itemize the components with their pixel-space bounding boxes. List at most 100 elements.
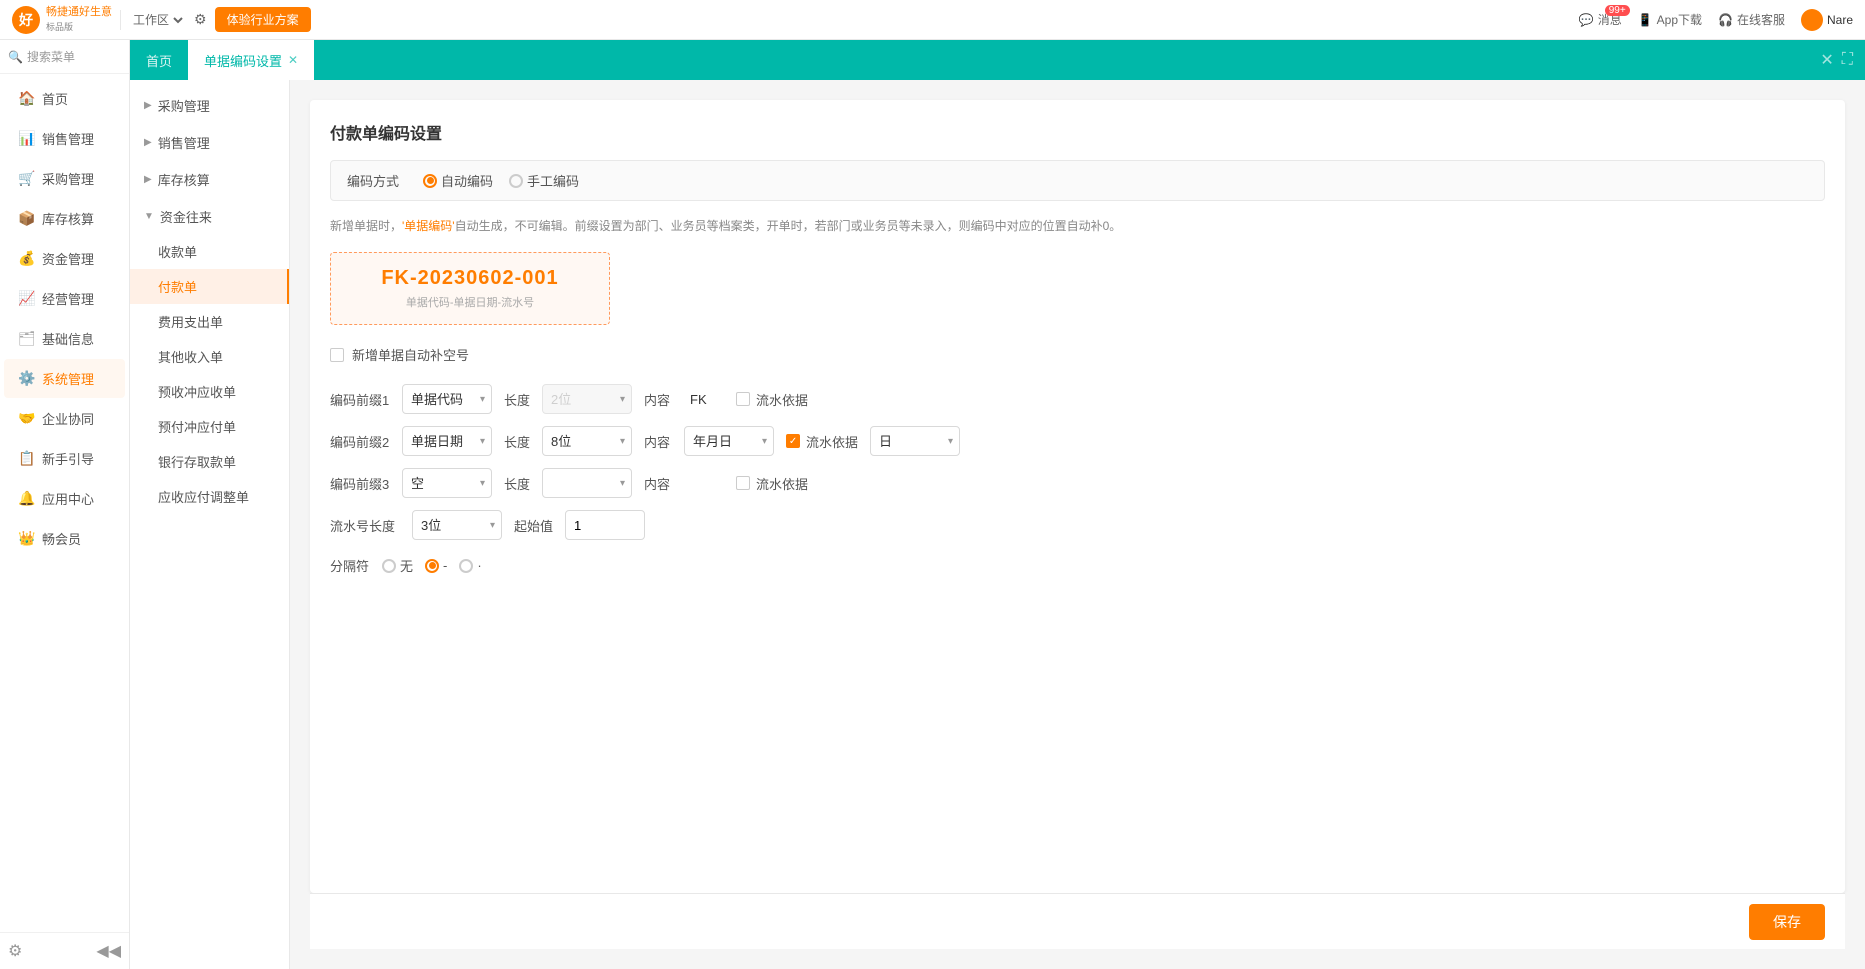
prefix1-length-select-wrap: 2位 ▾ — [542, 384, 632, 414]
prefix3-length-select[interactable] — [542, 468, 632, 498]
tab-minimize-icon[interactable]: ✕ — [1820, 50, 1833, 70]
page-card: 付款单编码设置 编码方式 自动编码 手工编码 — [310, 100, 1845, 893]
prefix3-select[interactable]: 空 — [402, 468, 492, 498]
sec-nav-bank-deposit[interactable]: 银行存取款单 — [130, 444, 289, 479]
experience-btn[interactable]: 体验行业方案 — [215, 7, 311, 32]
prefix2-select[interactable]: 单据日期 — [402, 426, 492, 456]
workspace-select[interactable]: 工作区 — [129, 12, 186, 28]
sidebar-item-label: 新手引导 — [42, 449, 94, 468]
prefix1-select[interactable]: 单据代码 — [402, 384, 492, 414]
user-name: Nare — [1827, 13, 1853, 27]
separator-label: 分隔符 — [330, 556, 370, 575]
sidebar-item-partner[interactable]: 🤝 企业协同 — [4, 399, 125, 438]
prefix2-select-wrap: 单据日期 ▾ — [402, 426, 492, 456]
member-icon: 👑 — [18, 530, 34, 547]
sec-nav-sales[interactable]: ▶ 销售管理 — [130, 125, 289, 160]
prefix2-content-select[interactable]: 年月日 — [684, 426, 774, 456]
sec-nav-prepay-receive[interactable]: 预收冲应收单 — [130, 374, 289, 409]
sec-nav-receipt[interactable]: 收款单 — [130, 234, 289, 269]
sidebar-item-sales[interactable]: 📊 销售管理 — [4, 119, 125, 158]
mobile-icon: 📱 — [1638, 13, 1653, 27]
message-area[interactable]: 💬 消息 99+ — [1579, 11, 1622, 28]
sidebar-item-inventory[interactable]: 📦 库存核算 — [4, 199, 125, 238]
home-icon: 🏠 — [18, 90, 34, 107]
auto-encode-radio-dot — [423, 174, 437, 188]
gear-icon[interactable]: ⚙ — [194, 11, 207, 28]
sep-dot-radio[interactable]: - — [425, 558, 447, 573]
sidebar-item-system[interactable]: ⚙️ 系统管理 — [4, 359, 125, 398]
inventory-icon: 📦 — [18, 210, 34, 227]
online-service[interactable]: 🎧 在线客服 — [1718, 11, 1785, 28]
operation-icon: 📈 — [18, 290, 34, 307]
sidebar-item-operation[interactable]: 📈 经营管理 — [4, 279, 125, 318]
sidebar-item-app-center[interactable]: 🔔 应用中心 — [4, 479, 125, 518]
sec-nav-expense[interactable]: 费用支出单 — [130, 304, 289, 339]
app-download[interactable]: 📱 App下载 — [1638, 11, 1702, 28]
auto-encode-radio[interactable]: 自动编码 — [423, 171, 493, 190]
system-icon: ⚙️ — [18, 370, 34, 387]
sidebar-item-basic[interactable]: 🗂 基础信息 — [4, 319, 125, 358]
prefix2-day-select[interactable]: 日 月 年 — [870, 426, 960, 456]
sec-nav-other-income[interactable]: 其他收入单 — [130, 339, 289, 374]
left-sidebar: 🔍 搜索菜单 🏠 首页 📊 销售管理 🛒 采购管理 📦 库存核算 💰 — [0, 40, 130, 969]
arrow-right-icon: ▶ — [144, 174, 152, 185]
tab-home[interactable]: 首页 — [130, 40, 188, 80]
prefix1-serial-checkbox[interactable] — [736, 392, 750, 406]
prefix1-length-select[interactable]: 2位 — [542, 384, 632, 414]
tab-encoding[interactable]: 单据编码设置 ✕ — [188, 40, 314, 80]
sec-nav-purchase[interactable]: ▶ 采购管理 — [130, 88, 289, 123]
sidebar-item-guide[interactable]: 📋 新手引导 — [4, 439, 125, 478]
tab-maximize-icon[interactable]: ⛶ — [1842, 51, 1853, 69]
prefix3-serial-checkbox[interactable] — [736, 476, 750, 490]
prefix1-label: 编码前缀1 — [330, 390, 390, 409]
auto-fill-checkbox[interactable] — [330, 348, 344, 362]
encode-method-bar: 编码方式 自动编码 手工编码 — [330, 160, 1825, 201]
prefix2-length-select[interactable]: 8位 — [542, 426, 632, 456]
sidebar-item-finance[interactable]: 💰 资金管理 — [4, 239, 125, 278]
sep-dot-dot — [425, 559, 439, 573]
prefix1-row: 编码前缀1 单据代码 ▾ 长度 2位 ▾ — [330, 384, 1825, 414]
sep-none-radio[interactable]: 无 — [382, 556, 413, 575]
prefix2-serial-checkbox[interactable]: ✓ — [786, 434, 800, 448]
sidebar-item-purchase[interactable]: 🛒 采购管理 — [4, 159, 125, 198]
sec-nav-payment[interactable]: 付款单 — [130, 269, 289, 304]
settings-icon[interactable]: ⚙ — [8, 941, 22, 961]
tab-close-icon[interactable]: ✕ — [288, 53, 298, 67]
prefix1-serial-checkbox-wrap: 流水依据 — [736, 390, 808, 409]
serial-length-select[interactable]: 3位 2位 4位 — [412, 510, 502, 540]
divider — [120, 10, 121, 30]
purchase-icon: 🛒 — [18, 170, 34, 187]
sep-dot2-label: · — [477, 558, 481, 573]
sidebar-item-home[interactable]: 🏠 首页 — [4, 79, 125, 118]
prefix3-length-label: 长度 — [504, 474, 530, 493]
sec-nav-arap-adjust[interactable]: 应收应付调整单 — [130, 479, 289, 514]
save-button[interactable]: 保存 — [1749, 904, 1825, 940]
sidebar-item-label: 应用中心 — [42, 489, 94, 508]
top-bar-left: 好 畅捷通好生意 标品版 工作区 ⚙ 体验行业方案 — [12, 6, 1571, 34]
manual-encode-radio[interactable]: 手工编码 — [509, 171, 579, 190]
sec-nav-fund[interactable]: ▼ 资金往来 — [130, 199, 289, 234]
sec-nav-inventory[interactable]: ▶ 库存核算 — [130, 162, 289, 197]
prefix2-serial-label: 流水依据 — [806, 432, 858, 451]
serial-length-select-wrap: 3位 2位 4位 ▾ — [412, 510, 502, 540]
prefix2-length-label: 长度 — [504, 432, 530, 451]
sec-nav-prepay-pay[interactable]: 预付冲应付单 — [130, 409, 289, 444]
sidebar-item-member[interactable]: 👑 畅会员 — [4, 519, 125, 558]
sep-dot2-radio[interactable]: · — [459, 558, 481, 573]
prefix1-length-label: 长度 — [504, 390, 530, 409]
sidebar-footer: ⚙ ◀◀ — [0, 932, 129, 969]
sep-none-dot — [382, 559, 396, 573]
sec-group-sales: ▶ 销售管理 — [130, 125, 289, 160]
user-avatar — [1801, 9, 1823, 31]
page-content: 付款单编码设置 编码方式 自动编码 手工编码 — [290, 80, 1865, 969]
auto-encode-label: 自动编码 — [441, 171, 493, 190]
collapse-icon[interactable]: ◀◀ — [96, 941, 121, 961]
encode-method-label: 编码方式 — [347, 171, 399, 190]
sidebar-search[interactable]: 🔍 搜索菜单 — [0, 40, 129, 74]
search-label: 搜索菜单 — [27, 48, 75, 65]
user-area[interactable]: Nare — [1801, 9, 1853, 31]
service-label: 在线客服 — [1737, 11, 1785, 28]
brand-sub: 标品版 — [46, 20, 112, 33]
start-value-input[interactable] — [565, 510, 645, 540]
brand-area: 好 畅捷通好生意 标品版 — [12, 6, 112, 34]
